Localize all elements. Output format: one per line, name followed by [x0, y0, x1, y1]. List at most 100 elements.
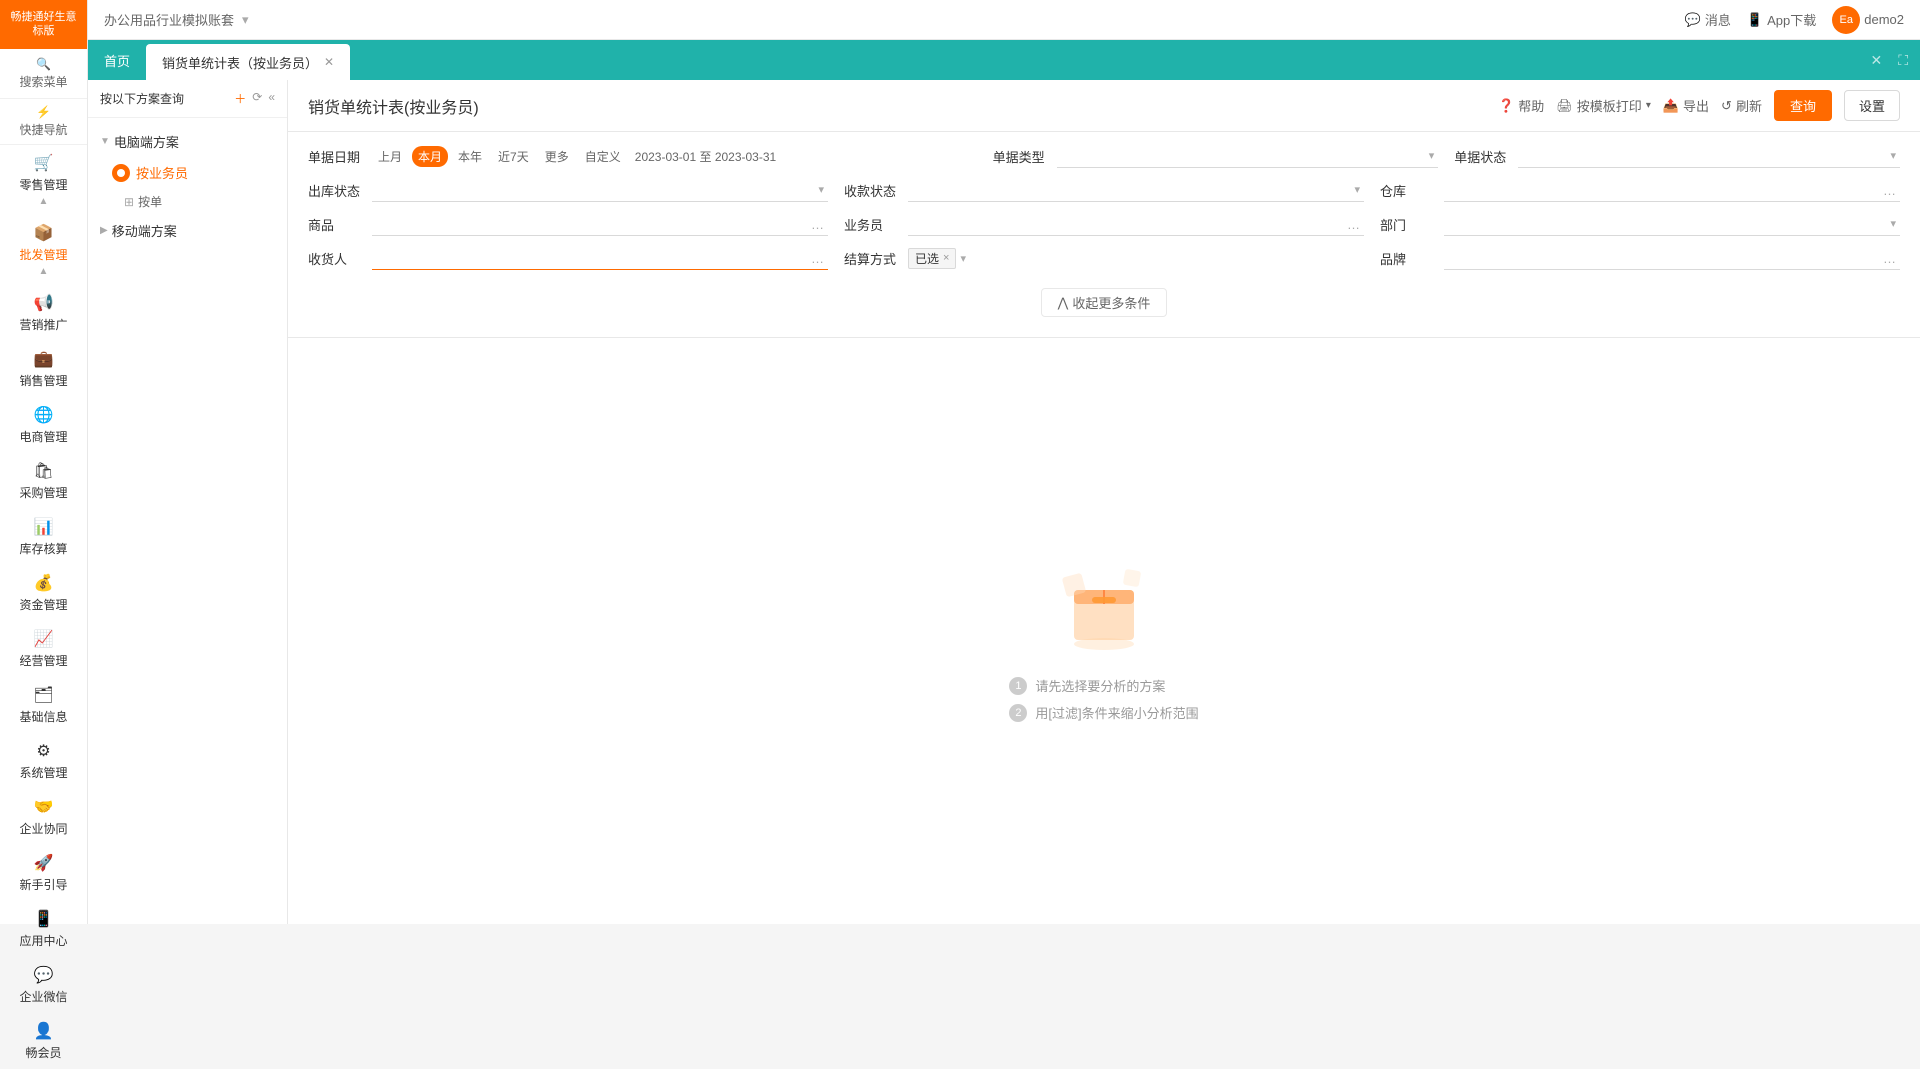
consignee-field: 收货人 … — [308, 246, 828, 270]
consignee-input[interactable] — [372, 246, 828, 270]
message-btn[interactable]: 💬 消息 — [1685, 10, 1731, 29]
sidebar-nav[interactable]: ⚡ 快捷导航 — [0, 99, 87, 145]
sidebar-item-member[interactable]: 👤 畅会员 — [0, 1013, 87, 1069]
collapse-panel-icon[interactable]: « — [268, 90, 275, 107]
purchase-icon: 🛍 — [33, 461, 53, 481]
receipt-status-field: 收款状态 ▾ — [844, 178, 1364, 202]
filter-item-by-salesperson[interactable]: 按业务员 — [88, 157, 287, 188]
page-title: 销货单统计表(按业务员) — [308, 94, 479, 118]
sidebar-item-system[interactable]: ⚙ 系统管理 — [0, 733, 87, 789]
data-area: 1 请先选择要分析的方案 2 用[过滤]条件来缩小分析范围 — [288, 338, 1920, 924]
empty-tip-2: 2 用[过滤]条件来缩小分析范围 — [1009, 703, 1198, 722]
user-profile[interactable]: Ea demo2 — [1832, 6, 1904, 34]
brand-input[interactable] — [1444, 246, 1900, 270]
marketing-icon: 📢 — [34, 293, 54, 313]
message-icon: 💬 — [1685, 12, 1701, 28]
date-filter: 上月 本月 本年 近7天 更多 自定义 2023-03-01 至 2023-03… — [372, 146, 776, 167]
sidebar-item-apps[interactable]: 📱 应用中心 — [0, 901, 87, 957]
sidebar-item-operation[interactable]: 📈 经营管理 — [0, 621, 87, 677]
settlement-tag: 已选 × — [908, 248, 956, 269]
date-tab-this-month[interactable]: 本月 — [412, 146, 448, 167]
filter-group-desktop-header[interactable]: ▼ 电脑端方案 — [88, 126, 287, 157]
print-btn[interactable]: 🖨 按模板打印 ▾ — [1556, 96, 1651, 115]
window-close-icon[interactable]: ✕ — [1866, 52, 1886, 69]
member-icon: 👤 — [34, 1021, 54, 1041]
goods-input[interactable] — [372, 212, 828, 236]
sidebar-item-ecom[interactable]: 🌐 电商管理 — [0, 397, 87, 453]
doc-type-select-wrap: ▾ — [1057, 144, 1439, 168]
consignee-dots-icon[interactable]: … — [811, 251, 824, 266]
sidebar-item-wholesale[interactable]: 📦 批发管理 ▲ — [0, 215, 87, 285]
date-tab-more[interactable]: 更多 — [539, 146, 575, 167]
app-download-btn[interactable]: 📱 App下载 — [1747, 10, 1816, 29]
department-select-wrap: ▾ — [1444, 212, 1900, 236]
sidebar-item-wechat[interactable]: 💬 企业微信 — [0, 957, 87, 1013]
goods-input-wrap: … — [372, 212, 828, 236]
window-maximize-icon[interactable]: ⛶ — [1894, 52, 1912, 69]
export-btn[interactable]: 📤 导出 — [1663, 96, 1709, 115]
sidebar-item-newbie[interactable]: 🚀 新手引导 — [0, 845, 87, 901]
print-icon: 🖨 — [1556, 98, 1573, 114]
doc-status-select[interactable] — [1518, 144, 1900, 167]
empty-illustration — [1044, 540, 1164, 660]
sidebar-item-inventory[interactable]: 📊 库存核算 — [0, 509, 87, 565]
brand-input-wrap: … — [1444, 246, 1900, 270]
out-status-select-wrap: ▾ — [372, 178, 828, 202]
settlement-input-wrap: 已选 × ▾ — [908, 248, 1364, 269]
date-tabs: 上月 本月 本年 近7天 更多 自定义 — [372, 146, 627, 167]
breadcrumb-text: 办公用品行业模拟账套 — [104, 10, 234, 29]
newbie-icon: 🚀 — [34, 853, 54, 873]
date-tab-custom[interactable]: 自定义 — [579, 146, 627, 167]
doc-type-select[interactable] — [1057, 144, 1439, 167]
sidebar-search[interactable]: 🔍 搜索菜单 — [0, 49, 87, 99]
help-btn[interactable]: ❓ 帮助 — [1498, 96, 1544, 115]
wholesale-icon: 📦 — [34, 223, 54, 243]
warehouse-dots-icon[interactable]: … — [1883, 183, 1896, 198]
sidebar-item-retail[interactable]: 🛒 零售管理 ▲ — [0, 145, 87, 215]
print-arrow-icon: ▾ — [1646, 100, 1651, 111]
goods-dots-icon[interactable]: … — [811, 217, 824, 232]
date-field: 单据日期 上月 本月 本年 近7天 更多 自定义 2023-03-01 至 20… — [308, 146, 977, 167]
sidebar-item-finance[interactable]: 💰 资金管理 — [0, 565, 87, 621]
filter-group-mobile-header[interactable]: ▶ 移动端方案 — [88, 215, 287, 246]
add-scheme-icon[interactable]: ＋ — [234, 90, 246, 107]
sidebar-item-marketing[interactable]: 📢 营销推广 — [0, 285, 87, 341]
settlement-chevron-icon: ▾ — [960, 252, 966, 265]
sidebar-item-enterprise[interactable]: 🤝 企业协同 — [0, 789, 87, 845]
avatar: Ea — [1832, 6, 1860, 34]
sidebar-item-purchase[interactable]: 🛍 采购管理 — [0, 453, 87, 509]
salesperson-dots-icon[interactable]: … — [1347, 217, 1360, 232]
salesperson-field: 业务员 … — [844, 212, 1364, 236]
group-expand-icon: ▼ — [100, 136, 110, 147]
goods-field: 商品 … — [308, 212, 828, 236]
empty-tip-1: 1 请先选择要分析的方案 — [1009, 676, 1198, 695]
query-button[interactable]: 查询 — [1774, 90, 1832, 121]
warehouse-input[interactable] — [1444, 178, 1900, 202]
settlement-field: 结算方式 已选 × ▾ — [844, 248, 1364, 269]
page-actions: ❓ 帮助 🖨 按模板打印 ▾ 📤 导出 ↺ 刷新 — [1498, 90, 1900, 121]
sidebar-item-sales[interactable]: 💼 销售管理 — [0, 341, 87, 397]
receipt-status-select[interactable] — [908, 178, 1364, 201]
topbar-left: 办公用品行业模拟账套 ▾ — [104, 10, 249, 29]
retail-icon: 🛒 — [34, 153, 54, 173]
refresh-scheme-icon[interactable]: ⟳ — [252, 90, 262, 107]
date-tab-7days[interactable]: 近7天 — [492, 146, 535, 167]
date-tab-this-year[interactable]: 本年 — [452, 146, 488, 167]
collapse-button[interactable]: ⋀ 收起更多条件 — [1041, 288, 1168, 317]
date-tab-last-month[interactable]: 上月 — [372, 146, 408, 167]
tab-home[interactable]: 首页 — [88, 40, 146, 80]
filter-sub-item-by-order[interactable]: ⊞ 按单 — [88, 188, 287, 215]
brand-field: 品牌 … — [1380, 246, 1900, 270]
refresh-btn[interactable]: ↺ 刷新 — [1721, 96, 1762, 115]
department-select[interactable] — [1444, 212, 1900, 235]
salesperson-input[interactable] — [908, 212, 1364, 236]
sidebar-logo-text: 畅捷通好生意 标版 — [11, 10, 77, 39]
tab-sales-stat[interactable]: 销货单统计表（按业务员） ✕ — [146, 44, 350, 80]
tab-close-icon[interactable]: ✕ — [324, 55, 334, 69]
out-status-select[interactable] — [372, 178, 828, 201]
sidebar-item-base[interactable]: 🗂 基础信息 — [0, 677, 87, 733]
brand-dots-icon[interactable]: … — [1883, 251, 1896, 266]
group-collapse-icon: ▶ — [100, 225, 108, 236]
settings-button[interactable]: 设置 — [1844, 90, 1900, 121]
settlement-tag-close-icon[interactable]: × — [943, 252, 949, 264]
